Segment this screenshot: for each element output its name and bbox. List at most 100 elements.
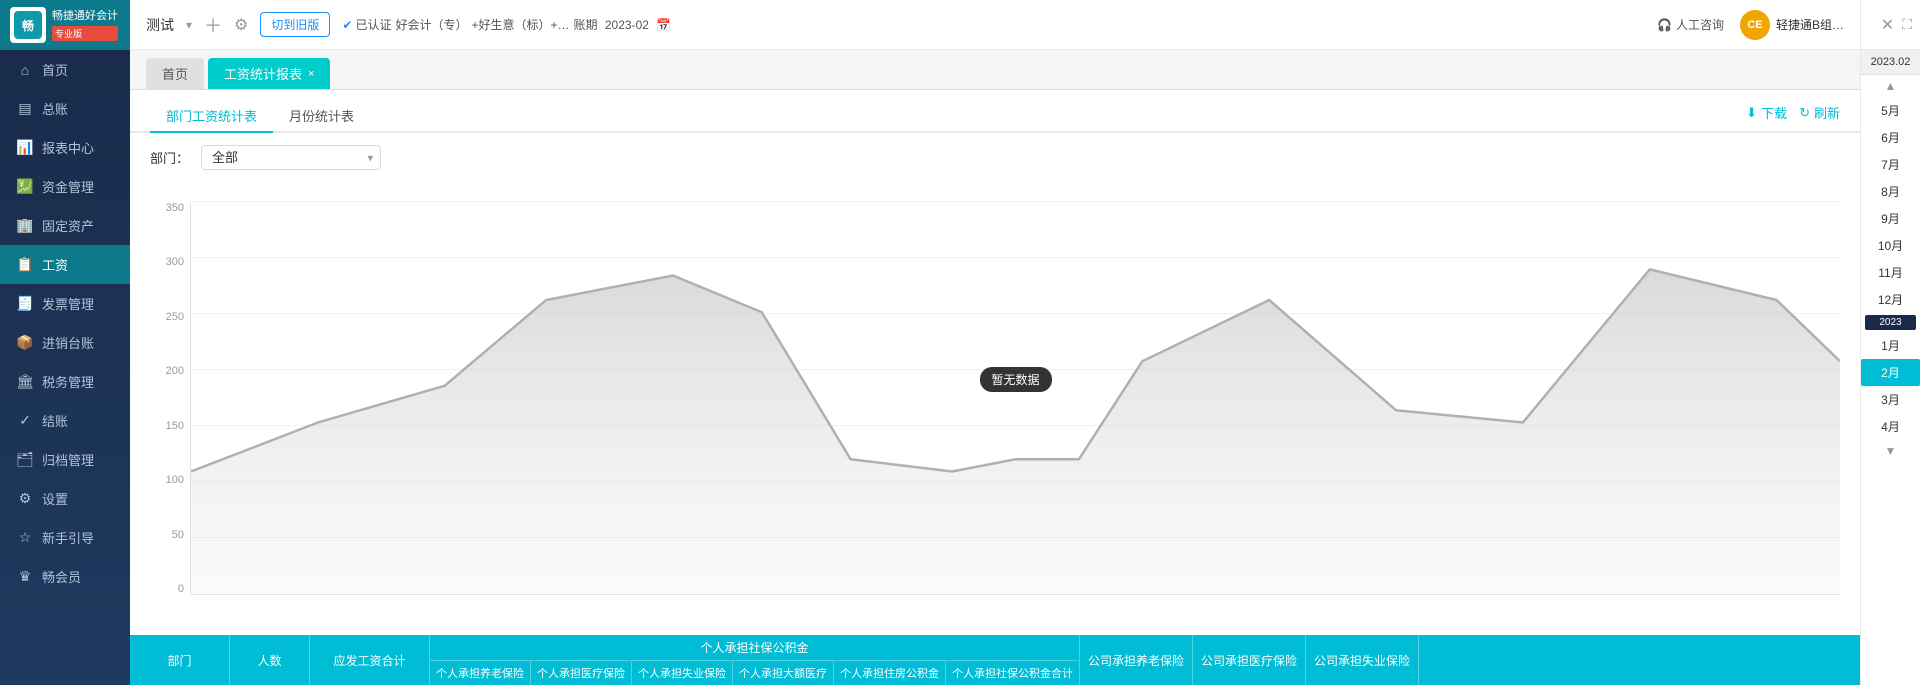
check-icon: ✔ [342,18,352,32]
sidebar-item-guide[interactable]: ☆ 新手引导 [0,518,130,557]
date-month-9[interactable]: 9月 [1861,205,1920,232]
help-button[interactable]: 🎧 人工咨询 [1657,16,1724,33]
sidebar-item-label: 首页 [42,60,68,79]
dept-filter-select[interactable]: 全部 销售部 财务部 人事部 技术部 [201,145,381,170]
col-sub-major-medical: 个人承担大额医疗 [733,661,834,685]
date-month-8[interactable]: 8月 [1861,178,1920,205]
sidebar-item-archive[interactable]: 🗂 归档管理 [0,440,130,479]
expand-icon[interactable]: ⛶ [1902,16,1912,33]
sub-tab-monthly[interactable]: 月份统计表 [273,100,370,133]
chart-container: 0 50 100 150 200 250 300 350 [150,192,1840,625]
filter-bar: 部门： 全部 销售部 财务部 人事部 技术部 ▾ [130,133,1860,182]
y-label-0: 0 [150,583,190,595]
sub-tab-dept[interactable]: 部门工资统计表 [150,100,273,133]
close-icon[interactable]: ✕ [1881,15,1894,35]
sidebar-item-label: 税务管理 [42,372,94,391]
archive-icon: 🗂 [16,451,34,468]
chart-area-fill [191,269,1840,594]
date-month-5[interactable]: 5月 [1861,97,1920,124]
sidebar-item-sales-ledger[interactable]: 📦 进销台账 [0,323,130,362]
sidebar-item-tax[interactable]: 🏛 税务管理 [0,362,130,401]
col-group-header: 个人承担社保公积金 [430,635,1079,661]
date-month-2023-1[interactable]: 1月 [1861,332,1920,359]
svg-text:畅: 畅 [22,18,34,33]
chart-tooltip: 暂无数据 [979,367,1051,392]
tab-salary-report[interactable]: 工资统计报表 × [208,58,330,89]
col-people: 人数 [230,635,310,685]
sidebar-item-label: 归档管理 [42,450,94,469]
sidebar-item-settlement[interactable]: ✓ 结账 [0,401,130,440]
date-month-12[interactable]: 12月 [1861,286,1920,313]
topbar: 测试 ▾ ＋ ⚙ 切到旧版 ✔ 已认证 好会计（专） +好生意（标）+… 账期 … [130,0,1860,50]
sidebar-item-label: 进销台账 [42,333,94,352]
sidebar: 畅 畅捷通好会计 专业版 ⌂ 首页 ▤ 总账 📊 报表中心 💹 资金管理 🏢 固… [0,0,130,685]
ledger-icon: ▤ [16,100,34,117]
y-label-100: 100 [150,474,190,486]
chart-area: 0 50 100 150 200 250 300 350 [130,182,1860,635]
date-month-2023-2[interactable]: 2月 [1861,359,1920,386]
sub-tab-actions: ⬇ 下载 ↻ 刷新 [1746,103,1840,128]
date-panel: 2023.02 ▲ 5月 6月 7月 8月 9月 10月 11月 12月 202… [1861,50,1920,685]
download-button[interactable]: ⬇ 下载 [1746,103,1787,122]
sidebar-item-fund-management[interactable]: 💹 资金管理 [0,167,130,206]
headset-icon: 🎧 [1657,18,1672,32]
add-icon[interactable]: ＋ [204,12,222,38]
col-sub-total-insurance: 个人承担社保公积金合计 [946,661,1079,685]
logo-icon: 畅 [10,7,46,43]
settlement-icon: ✓ [16,412,34,429]
y-label-150: 150 [150,420,190,432]
sidebar-item-settings[interactable]: ⚙ 设置 [0,479,130,518]
switch-old-version-button[interactable]: 切到旧版 [260,12,330,37]
col-group-personal-insurance: 个人承担社保公积金 个人承担养老保险 个人承担医疗保险 个人承担失业保险 个人承… [430,635,1080,685]
date-nav-up[interactable]: ▲ [1861,75,1920,97]
avatar: CE [1740,10,1770,40]
sidebar-item-home[interactable]: ⌂ 首页 [0,50,130,89]
right-panel: ✕ ⛶ 2023.02 ▲ 5月 6月 7月 8月 9月 10月 11月 12月… [1860,0,1920,685]
col-company-medical: 公司承担医疗保险 [1193,635,1306,685]
sidebar-item-general-ledger[interactable]: ▤ 总账 [0,89,130,128]
date-month-6[interactable]: 6月 [1861,124,1920,151]
refresh-icon: ↻ [1799,105,1810,121]
sidebar-item-label: 报表中心 [42,138,94,157]
business-tag: +好生意（标）+… [471,16,569,33]
salary-icon: 📋 [16,256,34,273]
sidebar-item-label: 总账 [42,99,68,118]
invoice-icon: 🧾 [16,295,34,312]
refresh-button[interactable]: ↻ 刷新 [1799,103,1840,122]
y-label-250: 250 [150,311,190,323]
dept-filter-label: 部门： [150,148,189,167]
assets-icon: 🏢 [16,217,34,234]
tab-home[interactable]: 首页 [146,58,204,89]
close-icon[interactable]: × [308,68,314,80]
certified-tag: ✔ 已认证 [342,16,391,33]
tabs-bar: 首页 工资统计报表 × [130,50,1860,90]
date-current[interactable]: 2023.02 [1861,50,1920,75]
settings-icon: ⚙ [16,490,34,507]
y-label-200: 200 [150,365,190,377]
sidebar-item-fixed-assets[interactable]: 🏢 固定资产 [0,206,130,245]
sales-icon: 📦 [16,334,34,351]
sidebar-item-member[interactable]: ♛ 畅会员 [0,557,130,596]
sidebar-item-salary[interactable]: 📋 工资 [0,245,130,284]
date-month-10[interactable]: 10月 [1861,232,1920,259]
date-nav-down[interactable]: ▼ [1861,440,1920,462]
date-month-7[interactable]: 7月 [1861,151,1920,178]
col-sub-pension: 个人承担养老保险 [430,661,531,685]
col-company-unemployment: 公司承担失业保险 [1306,635,1419,685]
home-icon: ⌂ [16,62,34,78]
tax-icon: 🏛 [16,373,34,390]
user-profile[interactable]: CE 轻捷通B组… [1740,10,1844,40]
date-month-11[interactable]: 11月 [1861,259,1920,286]
date-month-2023-3[interactable]: 3月 [1861,386,1920,413]
sidebar-item-label: 发票管理 [42,294,94,313]
sidebar-item-label: 资金管理 [42,177,94,196]
sidebar-item-report-center[interactable]: 📊 报表中心 [0,128,130,167]
date-month-2023-4[interactable]: 4月 [1861,413,1920,440]
report-icon: 📊 [16,139,34,156]
bottom-table-header: 部门 人数 应发工资合计 个人承担社保公积金 个人承担养老保险 个人承担医疗保险 [130,635,1860,685]
topbar-settings-icon[interactable]: ⚙ [234,15,248,35]
topbar-right: 🎧 人工咨询 CE 轻捷通B组… [1657,10,1844,40]
member-icon: ♛ [16,568,34,585]
sidebar-item-invoice[interactable]: 🧾 发票管理 [0,284,130,323]
chart-svg [191,202,1840,594]
